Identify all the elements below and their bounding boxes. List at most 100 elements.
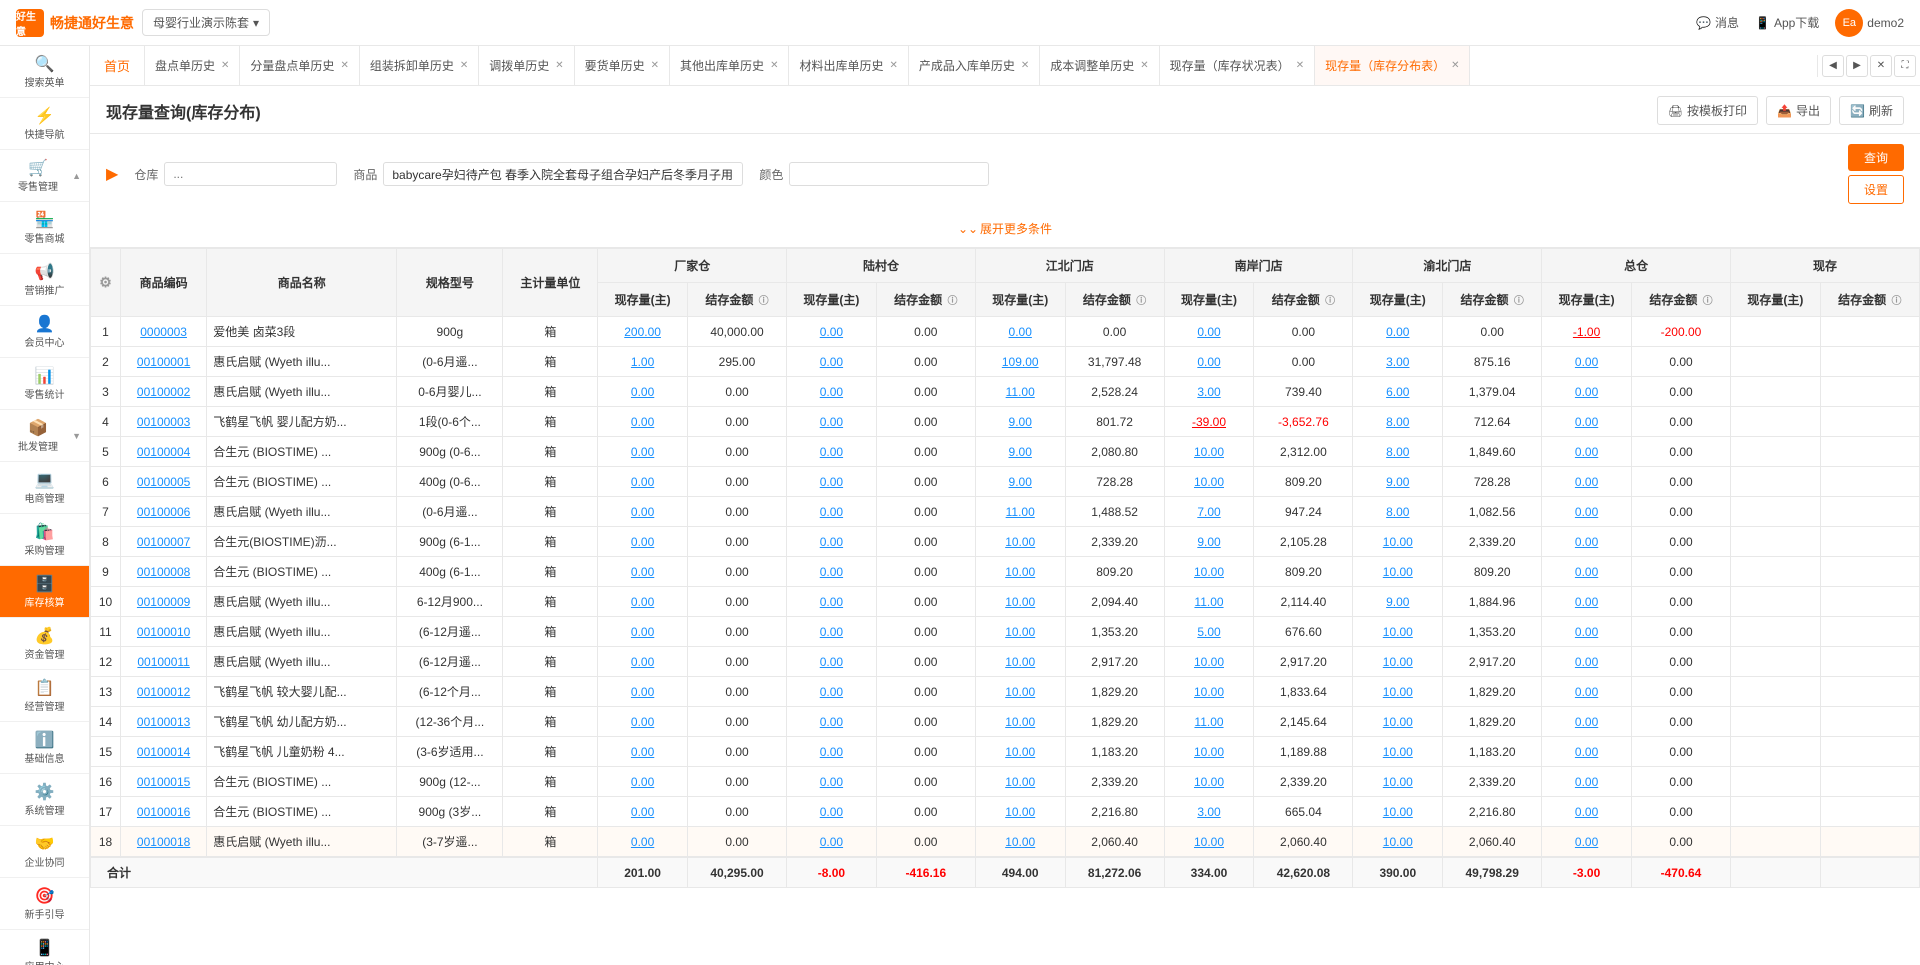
expand-arrow-icon: ▼ <box>72 431 81 441</box>
close-icon[interactable]: ✕ <box>1021 60 1029 71</box>
info-icon: ⓘ <box>1325 296 1335 307</box>
sidebar-item-finance[interactable]: 💰 资金管理 <box>0 618 89 670</box>
cell-yubei-amt: 1,849.60 <box>1443 437 1542 467</box>
set-button[interactable]: 设置 <box>1848 175 1904 204</box>
cell-changjia-amt: 0.00 <box>687 737 786 767</box>
cell-xiancun-qty <box>1731 797 1821 827</box>
color-input[interactable] <box>789 162 989 186</box>
table-row: 11 00100010 惠氏启赋 (Wyeth illu... (6-12月遥.… <box>91 617 1920 647</box>
close-icon[interactable]: ✕ <box>1140 60 1148 71</box>
tab-material[interactable]: 材料出库单历史 ✕ <box>789 46 908 86</box>
user-area[interactable]: Ea demo2 <box>1835 9 1904 37</box>
sidebar-item-retail[interactable]: 🛒 零售管理 ▲ <box>0 150 89 202</box>
nav-prev-arrow[interactable]: ◀ <box>1822 55 1844 77</box>
cell-changjia-qty: 0.00 <box>598 497 688 527</box>
tab-part-inventory[interactable]: 分量盘点单历史 ✕ <box>240 46 359 86</box>
sidebar-item-shop[interactable]: 🏪 零售商城 <box>0 202 89 254</box>
cell-total-amt: 0.00 <box>1631 347 1730 377</box>
export-button[interactable]: 📤 导出 <box>1766 96 1831 125</box>
sidebar-item-operation[interactable]: 📋 经营管理 <box>0 670 89 722</box>
close-icon[interactable]: ✕ <box>460 60 468 71</box>
color-label: 颜色 <box>759 166 783 183</box>
close-icon[interactable]: ✕ <box>340 60 348 71</box>
cell-jiangbei-amt: 2,528.24 <box>1065 377 1164 407</box>
sidebar-item-basic[interactable]: ℹ️ 基础信息 <box>0 722 89 774</box>
close-icon[interactable]: ✕ <box>555 60 563 71</box>
cell-yubei-amt: 2,339.20 <box>1443 527 1542 557</box>
cell-yubei-qty: 6.00 <box>1353 377 1443 407</box>
close-icon[interactable]: ✕ <box>1296 60 1304 71</box>
search-button[interactable]: 查询 <box>1848 144 1904 171</box>
tab-stock-status[interactable]: 现存量（库存状况表） ✕ <box>1160 46 1315 86</box>
table-row: 16 00100015 合生元 (BIOSTIME) ... 900g (12-… <box>91 767 1920 797</box>
close-icon[interactable]: ✕ <box>651 60 659 71</box>
nav-next-arrow[interactable]: ▶ <box>1846 55 1868 77</box>
warehouse-input[interactable] <box>164 162 337 186</box>
print-button[interactable]: 🖨 按模板打印 <box>1657 96 1758 125</box>
sidebar-item-stock[interactable]: 🗄️ 库存核算 <box>0 566 89 618</box>
tab-product-in[interactable]: 产成品入库单历史 ✕ <box>909 46 1040 86</box>
sidebar-item-search[interactable]: 🔍 搜索英单 <box>0 46 89 98</box>
tab-assemble[interactable]: 组装拆卸单历史 ✕ <box>360 46 479 86</box>
cell-total-amt: 0.00 <box>1631 527 1730 557</box>
tab-cost[interactable]: 成本调整单历史 ✕ <box>1040 46 1159 86</box>
cell-code: 00100010 <box>121 617 207 647</box>
avatar: Ea <box>1835 9 1863 37</box>
cell-nanan-amt: 2,105.28 <box>1254 527 1353 557</box>
cell-no: 7 <box>91 497 121 527</box>
sidebar-item-quick[interactable]: ⚡ 快捷导航 <box>0 98 89 150</box>
tab-transfer[interactable]: 调拨单历史 ✕ <box>479 46 574 86</box>
tab-home[interactable]: 首页 <box>90 46 145 86</box>
quick-icon: ⚡ <box>35 106 55 126</box>
tab-request[interactable]: 要货单历史 ✕ <box>575 46 670 86</box>
tab-out[interactable]: 其他出库单历史 ✕ <box>670 46 789 86</box>
cell-total-qty: 0.00 <box>1542 707 1632 737</box>
close-icon[interactable]: ✕ <box>889 60 897 71</box>
sidebar-item-marketing[interactable]: 📢 营销推广 <box>0 254 89 306</box>
col-gear[interactable]: ⚙ <box>91 249 121 317</box>
message-action[interactable]: 💬 消息 <box>1696 14 1739 31</box>
cell-xiancun-amt <box>1820 497 1919 527</box>
cell-yubei-qty: 0.00 <box>1353 317 1443 347</box>
collapse-arrow[interactable]: ▶ <box>106 164 118 184</box>
sidebar-item-purchase[interactable]: 🛍️ 采购管理 <box>0 514 89 566</box>
info-icon: ⓘ <box>759 296 769 307</box>
cell-xiancun-amt <box>1820 317 1919 347</box>
table-row: 7 00100006 惠氏启赋 (Wyeth illu... (0-6月遥...… <box>91 497 1920 527</box>
cell-nanan-qty: 10.00 <box>1164 677 1254 707</box>
app-download-action[interactable]: 📱 App下载 <box>1755 14 1819 31</box>
goods-label: 商品 <box>353 166 377 183</box>
close-icon[interactable]: ✕ <box>221 60 229 71</box>
sidebar-item-system[interactable]: ⚙️ 系统管理 <box>0 774 89 826</box>
search-more-row: ⌄⌄ 展开更多条件 <box>106 220 1904 237</box>
gear-icon[interactable]: ⚙ <box>99 274 112 290</box>
sidebar-item-ecommerce[interactable]: 💻 电商管理 <box>0 462 89 514</box>
sidebar-item-retail-stats[interactable]: 📊 零售统计 <box>0 358 89 410</box>
sidebar-item-member[interactable]: 👤 会员中心 <box>0 306 89 358</box>
cell-changjia-amt: 0.00 <box>687 437 786 467</box>
tab-stock-dist[interactable]: 现存量（库存分布表） ✕ <box>1315 46 1470 86</box>
cell-yubei-qty: 8.00 <box>1353 437 1443 467</box>
expand-btn[interactable]: ⌄⌄ 展开更多条件 <box>958 220 1052 237</box>
cell-nanan-amt: 739.40 <box>1254 377 1353 407</box>
cell-jiangbei-amt: 1,488.52 <box>1065 497 1164 527</box>
cell-name: 合生元(BIOSTIME)沥... <box>207 527 397 557</box>
nav-close-all[interactable]: ✕ <box>1870 55 1892 77</box>
cell-xiancun-amt <box>1820 557 1919 587</box>
sidebar-item-app[interactable]: 📱 应用中心 <box>0 930 89 965</box>
col-lucun-amt: 结存金额 ⓘ <box>876 283 975 317</box>
cell-nanan-qty: 0.00 <box>1164 347 1254 377</box>
sidebar-item-wholesale[interactable]: 📦 批发管理 ▼ <box>0 410 89 462</box>
sidebar-item-guide[interactable]: 🎯 新手引导 <box>0 878 89 930</box>
cell-code: 00100007 <box>121 527 207 557</box>
close-icon[interactable]: ✕ <box>1451 60 1459 71</box>
cell-unit: 箱 <box>503 707 598 737</box>
cell-lucun-qty: 0.00 <box>787 377 877 407</box>
store-select[interactable]: 母婴行业演示陈套 ▾ <box>142 9 270 36</box>
sidebar-item-collab[interactable]: 🤝 企业协同 <box>0 826 89 878</box>
tab-inventory[interactable]: 盘点单历史 ✕ <box>145 46 240 86</box>
goods-input[interactable] <box>383 162 743 186</box>
close-icon[interactable]: ✕ <box>770 60 778 71</box>
refresh-button[interactable]: 🔄 刷新 <box>1839 96 1904 125</box>
nav-expand[interactable]: ⛶ <box>1894 55 1916 77</box>
